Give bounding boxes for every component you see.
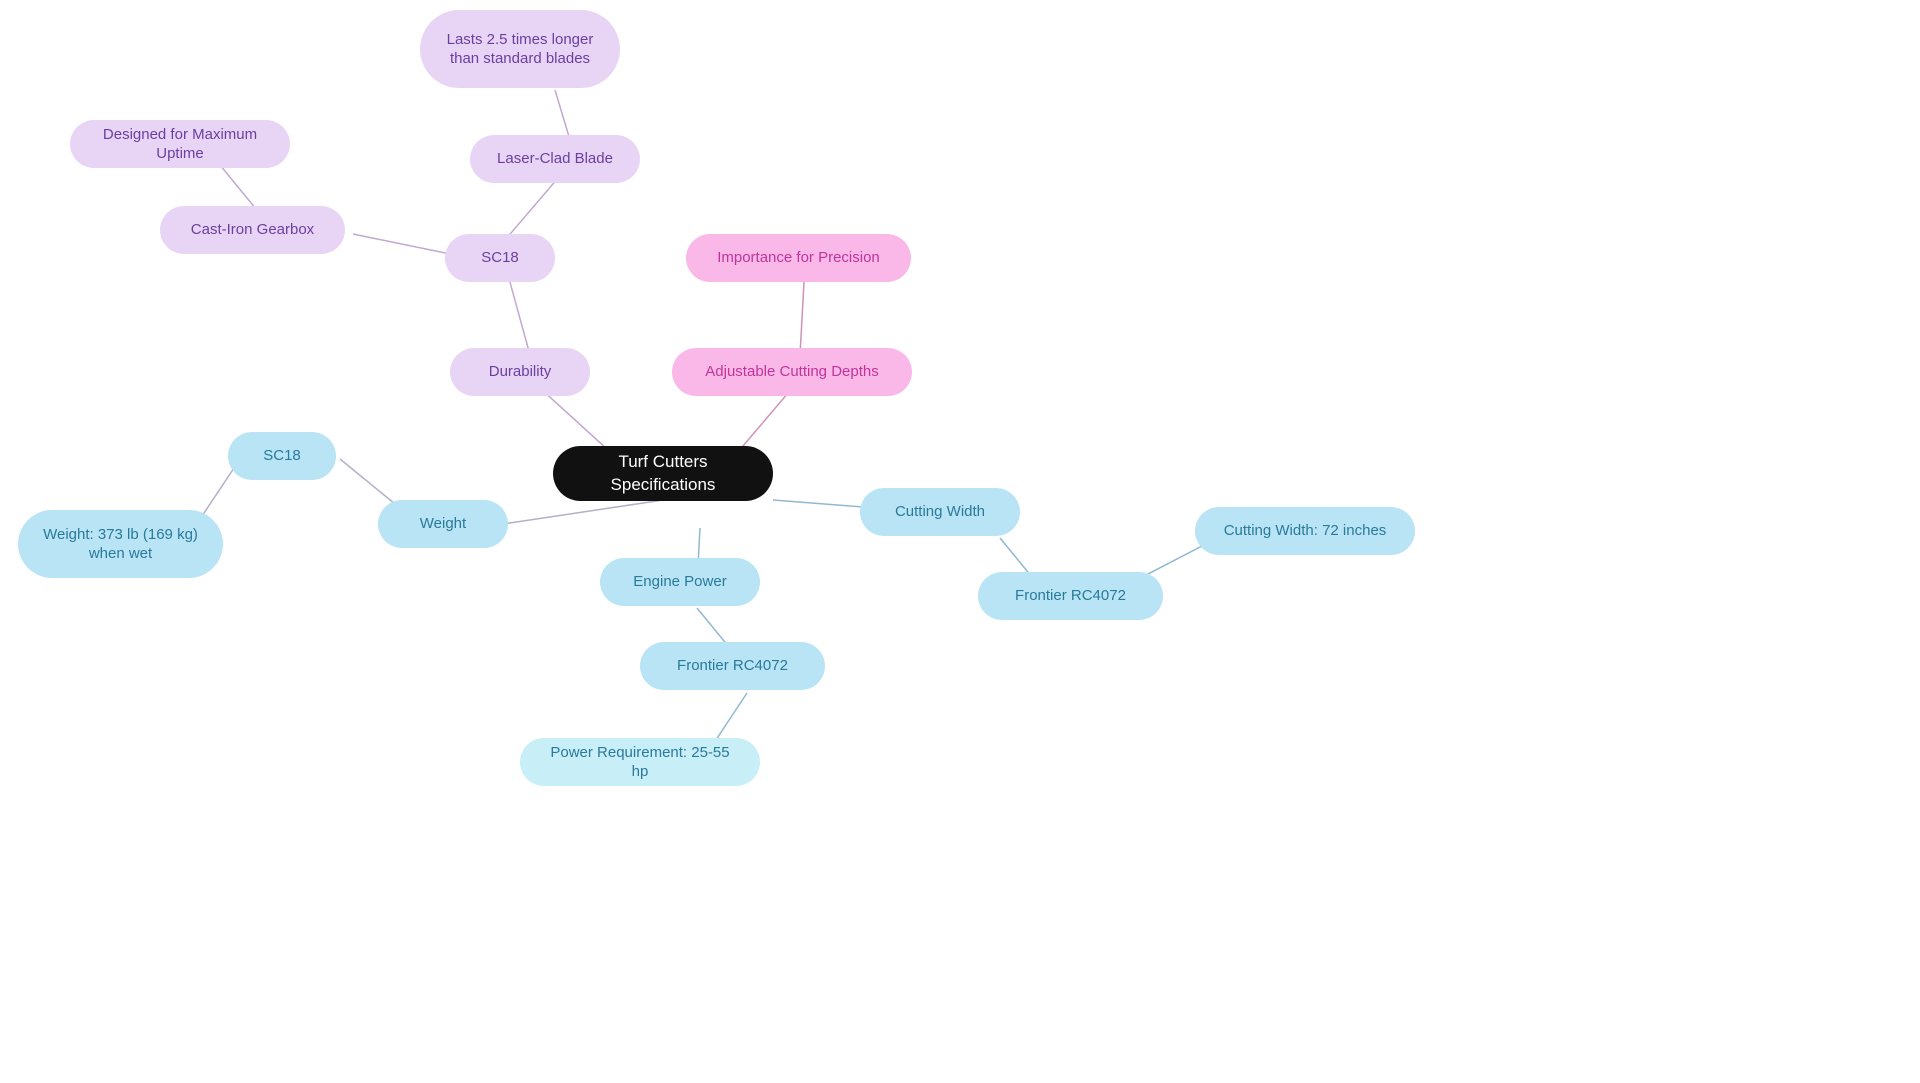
cast-iron-gearbox-node: Cast-Iron Gearbox	[160, 206, 345, 254]
weight-value-node: Weight: 373 lb (169 kg) when wet	[18, 510, 223, 578]
frontier-rc4072-width-node: Frontier RC4072	[978, 572, 1163, 620]
mind-map-connections	[0, 0, 1920, 1083]
cutting-width-node: Cutting Width	[860, 488, 1020, 536]
frontier-rc4072-engine-node: Frontier RC4072	[640, 642, 825, 690]
adjustable-cutting-depths-node: Adjustable Cutting Depths	[672, 348, 912, 396]
durability-node: Durability	[450, 348, 590, 396]
lasts-longer-node: Lasts 2.5 times longer than standard bla…	[420, 10, 620, 88]
cutting-width-72-node: Cutting Width: 72 inches	[1195, 507, 1415, 555]
laser-clad-blade-node: Laser-Clad Blade	[470, 135, 640, 183]
importance-precision-node: Importance for Precision	[686, 234, 911, 282]
weight-node: Weight	[378, 500, 508, 548]
sc18-top-node: SC18	[445, 234, 555, 282]
engine-power-node: Engine Power	[600, 558, 760, 606]
sc18-bottom-node: SC18	[228, 432, 336, 480]
power-requirement-node: Power Requirement: 25-55 hp	[520, 738, 760, 786]
center-node: Turf Cutters Specifications	[553, 446, 773, 501]
designed-uptime-node: Designed for Maximum Uptime	[70, 120, 290, 168]
